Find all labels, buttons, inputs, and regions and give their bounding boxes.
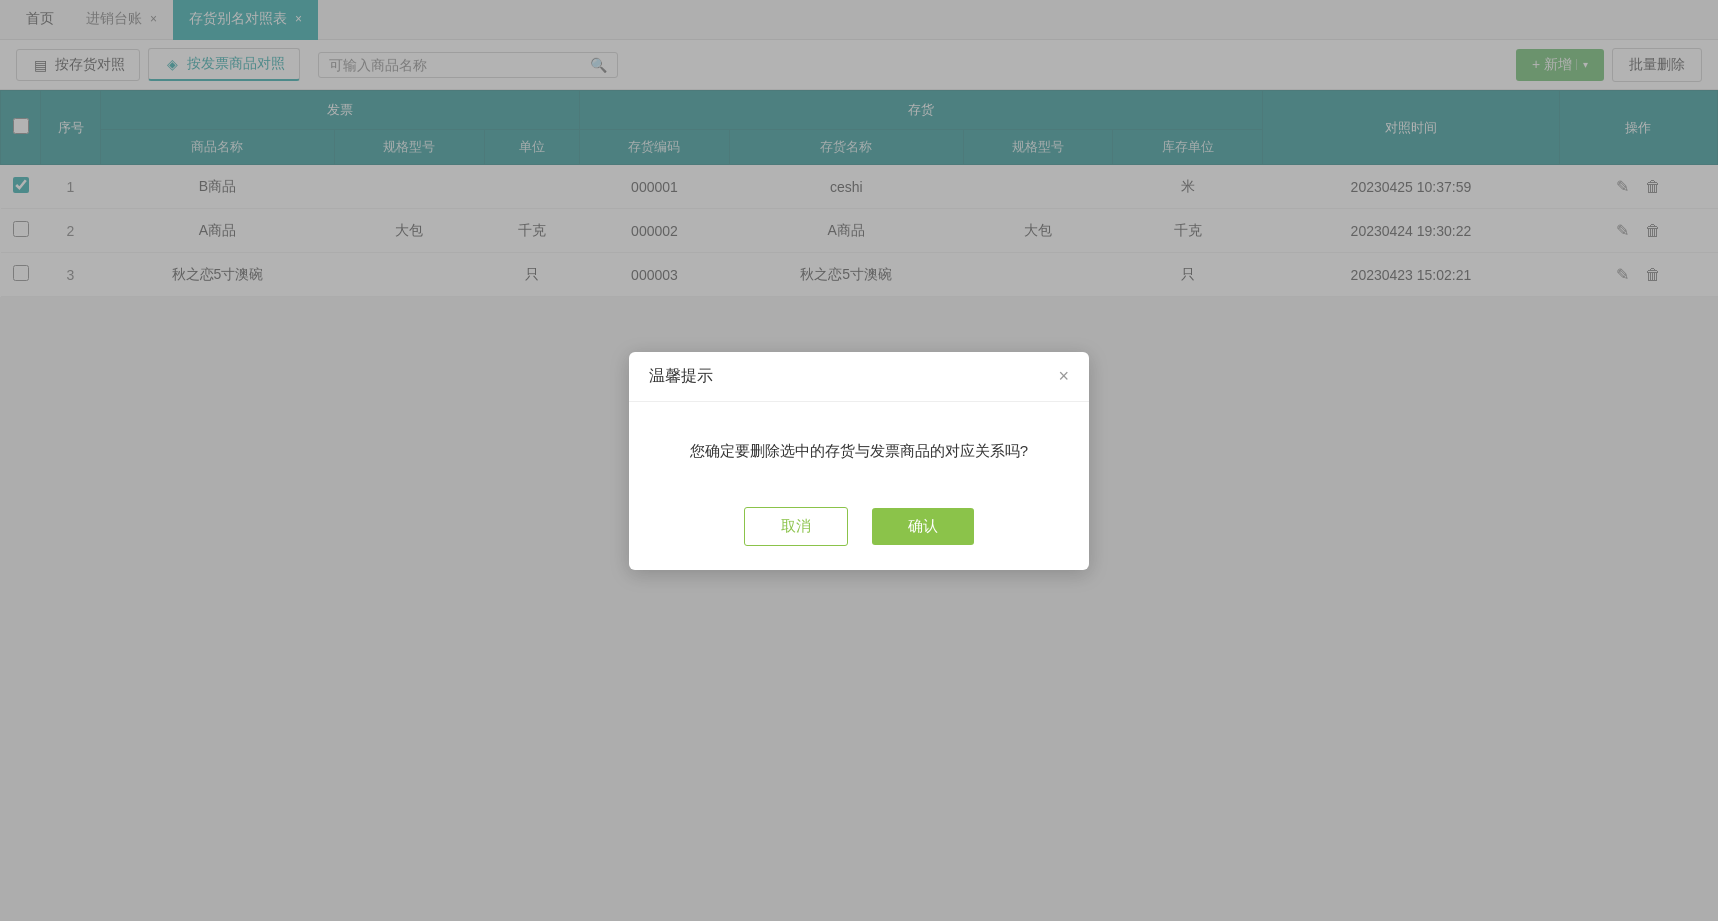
modal-overlay: 温馨提示 × 您确定要删除选中的存货与发票商品的对应关系吗? 取消 确认	[0, 0, 1718, 297]
